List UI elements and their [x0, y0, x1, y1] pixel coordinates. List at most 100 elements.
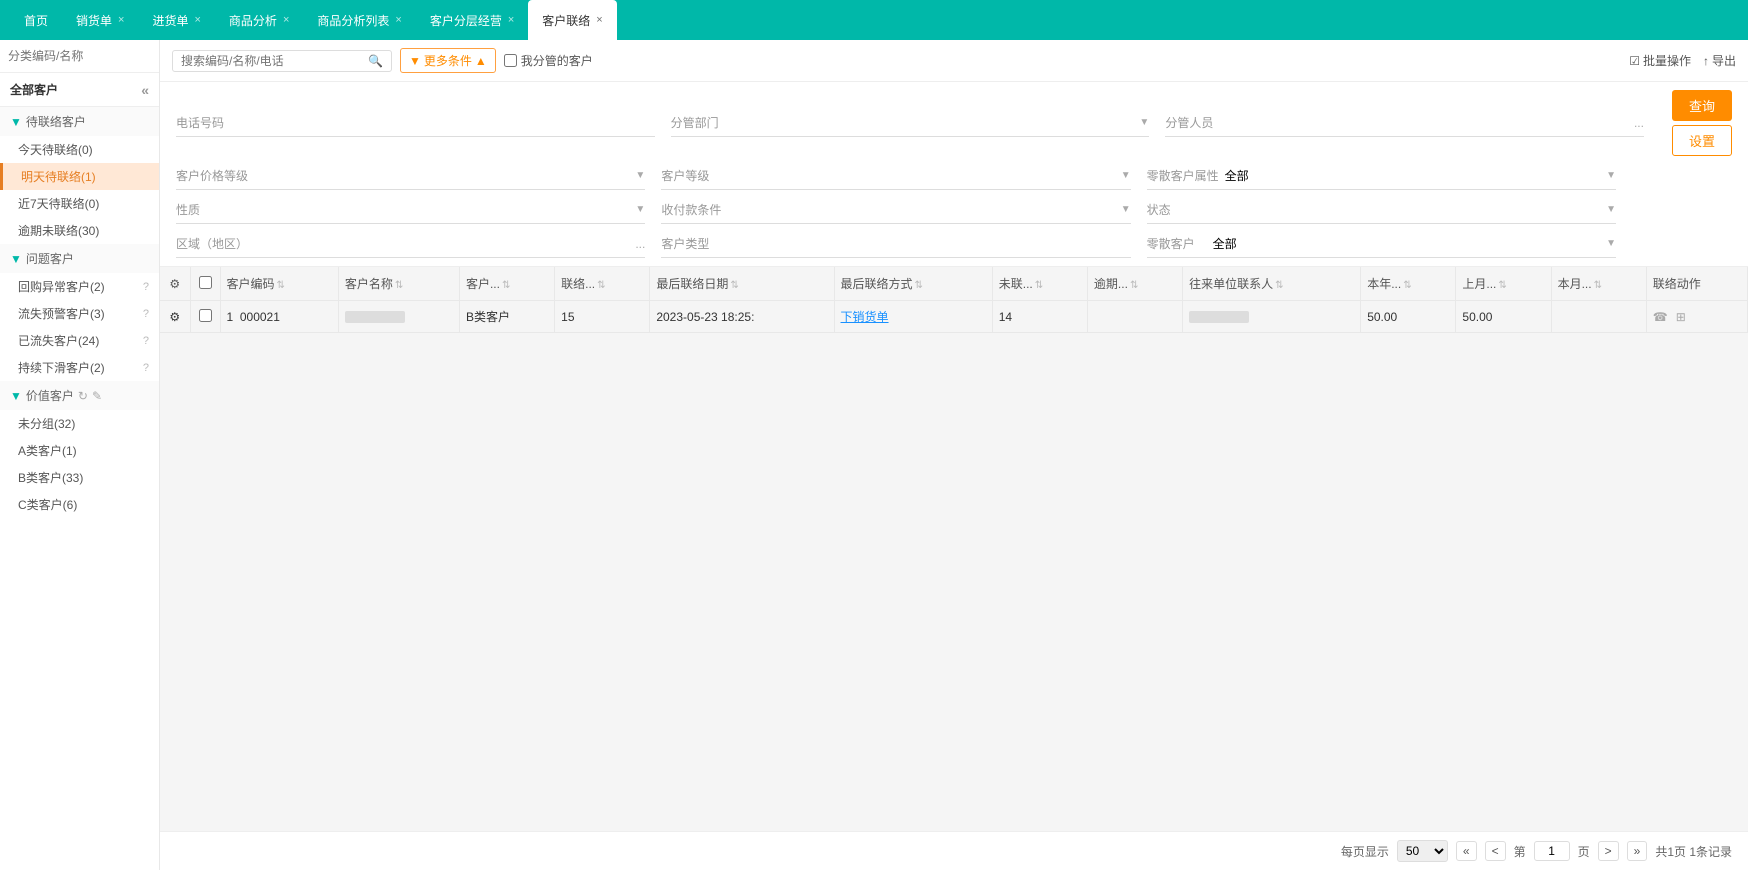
dept-dropdown-icon[interactable]: ▼ — [1139, 117, 1149, 128]
more-conditions-button[interactable]: ▼ 更多条件 ▲ — [400, 48, 496, 73]
row-checkbox[interactable] — [199, 309, 212, 322]
nav-customer-contact[interactable]: 客户联络 × — [528, 0, 616, 40]
sidebar-all-customers[interactable]: 全部客户 « — [0, 73, 159, 107]
sidebar-search-bar: 🔍 — [0, 40, 159, 73]
sidebar-group-value[interactable]: ▼ 价值客户 ↻ ✎ — [0, 381, 159, 410]
sidebar-item-overdue-pending[interactable]: 逾期未联络(30) — [0, 217, 159, 244]
sort-date-icon[interactable]: ⇅ — [730, 280, 738, 291]
sidebar-item-class-c[interactable]: C类客户(6) — [0, 491, 159, 518]
per-page-select[interactable]: 50 10 20 100 — [1397, 840, 1448, 862]
customer-level-dropdown-icon[interactable]: ▼ — [1121, 170, 1131, 181]
last-contact-method-link[interactable]: 下销货单 — [841, 310, 889, 324]
sidebar: 🔍 全部客户 « ▼ 待联络客户 今天待联络(0) 明天待联络(1) 近7天待联… — [0, 40, 160, 870]
sidebar-group-pending[interactable]: ▼ 待联络客户 — [0, 107, 159, 136]
query-button[interactable]: 查询 — [1672, 90, 1732, 121]
call-icon[interactable]: ☎ — [1653, 310, 1668, 324]
nav-product-analysis[interactable]: 商品分析 × — [215, 0, 303, 40]
export-button[interactable]: ↑ 导出 — [1703, 52, 1736, 69]
row-action: ☎ ⊞ — [1646, 301, 1747, 333]
prev-page-button[interactable]: < — [1485, 841, 1506, 861]
close-purchase-order-icon[interactable]: × — [194, 14, 200, 26]
refresh-icon[interactable]: ↻ — [78, 389, 88, 403]
select-all-checkbox[interactable] — [199, 276, 212, 289]
retail-customer-dropdown-icon[interactable]: ▼ — [1606, 238, 1616, 249]
phone-input[interactable] — [236, 116, 655, 130]
filter-icon: ▼ — [409, 54, 421, 68]
edit-icon[interactable]: ✎ — [92, 389, 102, 403]
sort-not-contacted-icon[interactable]: ⇅ — [1035, 280, 1043, 291]
th-last-contact-date: 最后联络日期⇅ — [650, 267, 834, 301]
page-number-input[interactable] — [1534, 841, 1570, 861]
nav-purchase-order[interactable]: 进货单 × — [138, 0, 214, 40]
th-last-contact-method: 最后联络方式⇅ — [834, 267, 992, 301]
search-icon[interactable]: 🔍 — [368, 54, 383, 68]
sidebar-item-tomorrow-pending[interactable]: 明天待联络(1) — [0, 163, 159, 190]
next-page-button[interactable]: > — [1598, 841, 1619, 861]
row-index: 1 000021 — [220, 301, 338, 333]
sidebar-item-declining[interactable]: 持续下滑客户(2) ? — [0, 354, 159, 381]
last-page-button[interactable]: » — [1627, 841, 1648, 861]
sidebar-search-input[interactable] — [8, 49, 160, 63]
filter-price-level: 客户价格等级 ▼ — [176, 162, 645, 190]
sort-overdue-icon[interactable]: ⇅ — [1130, 280, 1138, 291]
sort-type-icon[interactable]: ⇅ — [502, 280, 510, 291]
help-icon[interactable]: ? — [143, 335, 149, 347]
sort-last-month-icon[interactable]: ⇅ — [1498, 280, 1506, 291]
sort-contacts-icon[interactable]: ⇅ — [597, 280, 605, 291]
th-gear[interactable]: ⚙ — [160, 267, 190, 301]
row-gear[interactable]: ⚙ — [160, 301, 190, 333]
retail-attr-dropdown-icon[interactable]: ▼ — [1606, 170, 1616, 181]
nav-product-analysis-list[interactable]: 商品分析列表 × — [303, 0, 415, 40]
payment-terms-dropdown-icon[interactable]: ▼ — [1121, 204, 1131, 215]
nav-customer-segmentation[interactable]: 客户分层经营 × — [416, 0, 528, 40]
sort-method-icon[interactable]: ⇅ — [915, 280, 923, 291]
sort-year-icon[interactable]: ⇅ — [1403, 280, 1411, 291]
filter-status: 状态 ▼ — [1147, 196, 1616, 224]
row-name — [338, 301, 459, 333]
filter-row-4: 区域（地区） ... 客户类型 零散客户 全部 ▼ — [176, 230, 1732, 258]
total-records: 共1页 1条记录 — [1655, 843, 1732, 860]
my-customers-checkbox[interactable] — [504, 54, 517, 67]
sidebar-item-class-b[interactable]: B类客户(33) — [0, 464, 159, 491]
sort-this-month-icon[interactable]: ⇅ — [1594, 280, 1602, 291]
sidebar-group-problem[interactable]: ▼ 问题客户 — [0, 244, 159, 273]
close-customer-segmentation-icon[interactable]: × — [508, 14, 514, 26]
close-product-analysis-icon[interactable]: × — [283, 14, 289, 26]
sort-name-icon[interactable]: ⇅ — [395, 280, 403, 291]
close-sales-order-icon[interactable]: × — [118, 14, 124, 26]
grid-icon[interactable]: ⊞ — [1676, 310, 1686, 324]
sort-unit-icon[interactable]: ⇅ — [1275, 280, 1283, 291]
customer-table: ⚙ 客户编码⇅ 客户名称⇅ 客户...⇅ 联络...⇅ 最后联络日期⇅ 最后联络… — [160, 267, 1748, 333]
sidebar-item-repurchase-anomaly[interactable]: 回购异常客户(2) ? — [0, 273, 159, 300]
collapse-icon[interactable]: « — [141, 82, 149, 98]
table-header-row: ⚙ 客户编码⇅ 客户名称⇅ 客户...⇅ 联络...⇅ 最后联络日期⇅ 最后联络… — [160, 267, 1748, 301]
status-dropdown-icon[interactable]: ▼ — [1606, 204, 1616, 215]
nature-dropdown-icon[interactable]: ▼ — [635, 204, 645, 215]
sidebar-item-today-pending[interactable]: 今天待联络(0) — [0, 136, 159, 163]
sidebar-item-ungrouped[interactable]: 未分组(32) — [0, 410, 159, 437]
filter-customer-level: 客户等级 ▼ — [661, 162, 1130, 190]
sort-code-icon[interactable]: ⇅ — [277, 280, 285, 291]
sidebar-item-class-a[interactable]: A类客户(1) — [0, 437, 159, 464]
close-customer-contact-icon[interactable]: × — [596, 14, 602, 26]
arrow-down-icon: ▼ — [10, 389, 22, 403]
help-icon[interactable]: ? — [143, 362, 149, 374]
search-input[interactable] — [181, 54, 368, 68]
set-button[interactable]: 设置 — [1672, 125, 1732, 156]
nav-sales-order[interactable]: 销货单 × — [62, 0, 138, 40]
region-ellipsis-icon[interactable]: ... — [635, 237, 645, 251]
sidebar-item-churn-warning[interactable]: 流失预警客户(3) ? — [0, 300, 159, 327]
batch-operation-button[interactable]: ☑ 批量操作 — [1629, 52, 1691, 69]
sidebar-item-7day-pending[interactable]: 近7天待联络(0) — [0, 190, 159, 217]
row-overdue — [1087, 301, 1182, 333]
manager-ellipsis-icon[interactable]: ... — [1634, 116, 1644, 130]
th-this-year: 本年...⇅ — [1361, 267, 1456, 301]
action-buttons: 查询 设置 — [1672, 90, 1732, 156]
first-page-button[interactable]: « — [1456, 841, 1477, 861]
close-product-analysis-list-icon[interactable]: × — [395, 14, 401, 26]
price-level-dropdown-icon[interactable]: ▼ — [635, 170, 645, 181]
help-icon[interactable]: ? — [143, 281, 149, 293]
nav-home[interactable]: 首页 — [10, 0, 62, 40]
help-icon[interactable]: ? — [143, 308, 149, 320]
sidebar-item-churned[interactable]: 已流失客户(24) ? — [0, 327, 159, 354]
